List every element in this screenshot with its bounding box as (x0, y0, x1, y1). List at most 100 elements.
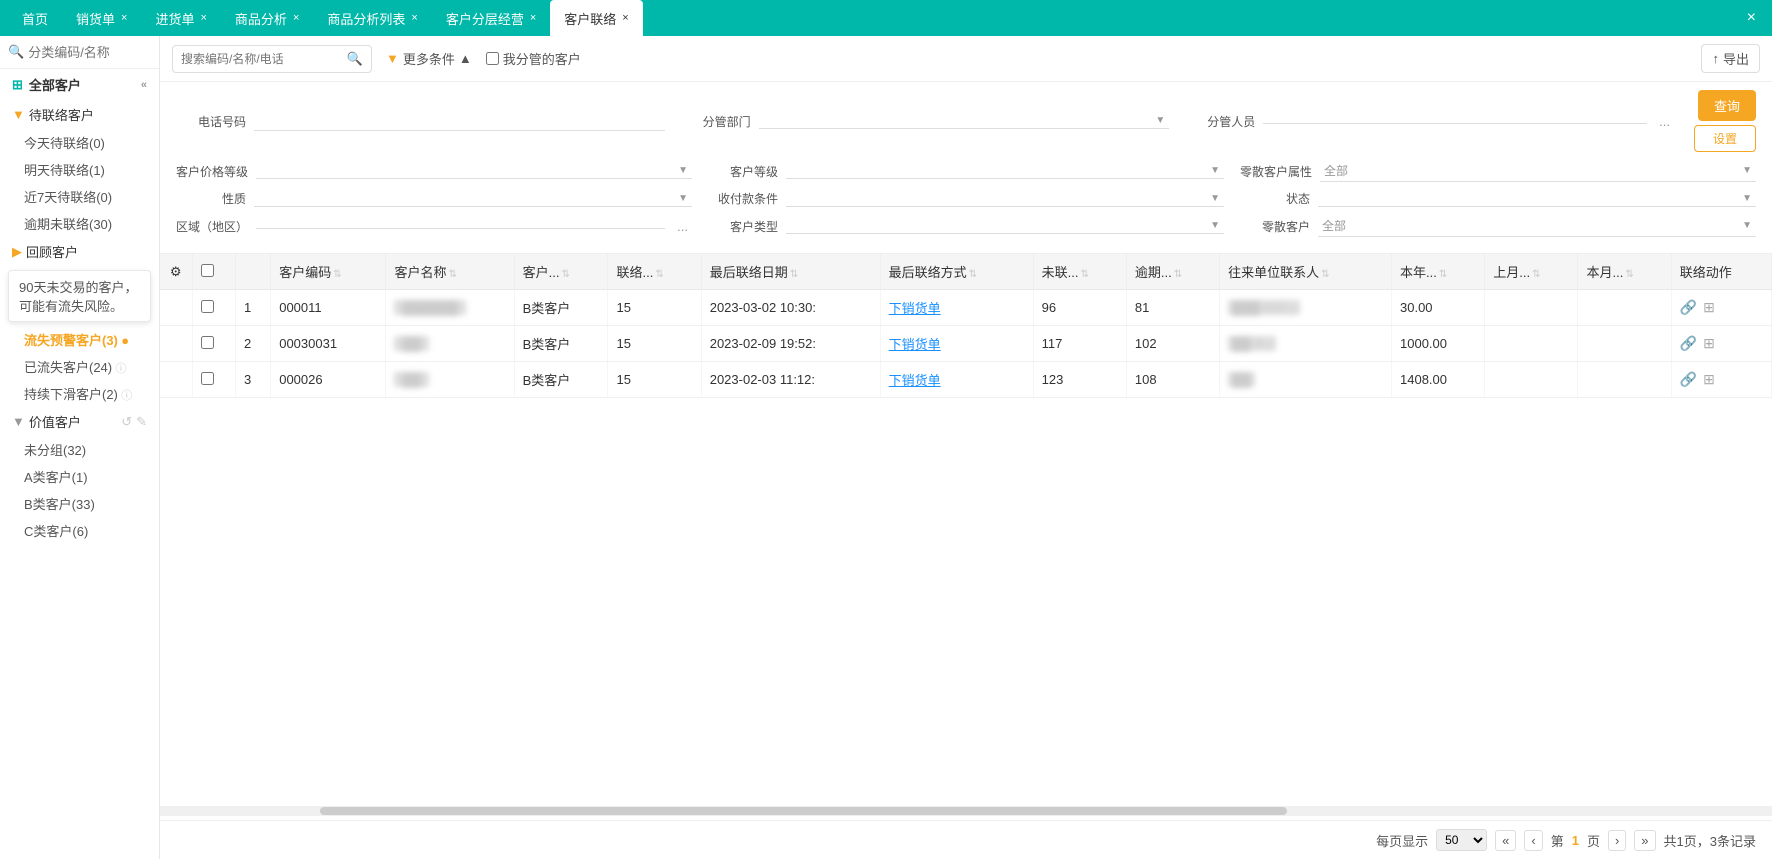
prev-page-button[interactable]: ‹ (1524, 830, 1542, 851)
close-all-tabs[interactable]: × (1739, 9, 1764, 27)
row-last-contact-method[interactable]: 下销货单 (880, 326, 1033, 362)
close-purchase-tab[interactable]: × (200, 12, 206, 24)
price-level-arrow: ▼ (678, 165, 688, 176)
col-code[interactable]: 客户编码⇅ (271, 254, 386, 290)
content-area: 🔍 ▼ 更多条件 ▲ 我分管的客户 ↑ 导出 电话号码 (160, 36, 1772, 859)
sidebar-item-7day-pending[interactable]: 近7天待联络(0) (0, 183, 159, 210)
row-last-contact-method[interactable]: 下销货单 (880, 362, 1033, 398)
sidebar-item-today-pending[interactable]: 今天待联络(0) (0, 129, 159, 156)
area-dots[interactable]: ... (673, 219, 692, 234)
col-settings[interactable]: ⚙ (160, 254, 192, 290)
sidebar-search-input[interactable] (28, 45, 160, 60)
tab-customer-contact[interactable]: 客户联络 × (550, 0, 642, 36)
col-no-contact[interactable]: 未联...⇅ (1033, 254, 1126, 290)
sidebar-item-overdue-pending[interactable]: 逾期未联络(30) (0, 210, 159, 237)
row-select-checkbox[interactable] (201, 300, 214, 313)
settings-button[interactable]: 设置 (1694, 125, 1756, 152)
nature-select[interactable]: ▼ (254, 191, 692, 207)
row-last-contact-method[interactable]: 下销货单 (880, 290, 1033, 326)
col-this-month[interactable]: 本月...⇅ (1578, 254, 1671, 290)
action-grid-icon[interactable]: ⊞ (1703, 335, 1715, 352)
zero-customer-select[interactable]: 全部 ▼ (1318, 215, 1756, 237)
tab-purchase[interactable]: 进货单 × (141, 0, 220, 36)
close-analysis-tab[interactable]: × (293, 12, 299, 24)
col-type[interactable]: 客户...⇅ (514, 254, 608, 290)
row-code: 000026 (271, 362, 386, 398)
customer-type-arrow: ▼ (1210, 220, 1220, 231)
close-sales-tab[interactable]: × (121, 12, 127, 24)
sort-nocontact-icon: ⇅ (1081, 269, 1089, 280)
sidebar-group-pending[interactable]: ▼ 待联络客户 (0, 100, 159, 129)
tab-home[interactable]: 首页 (8, 0, 62, 36)
close-customer-contact-tab[interactable]: × (622, 12, 628, 24)
action-grid-icon[interactable]: ⊞ (1703, 371, 1715, 388)
my-customers-checkbox-container[interactable]: 我分管的客户 (486, 49, 581, 68)
per-page-select[interactable]: 50 100 200 (1436, 829, 1487, 851)
zero-attr-select[interactable]: 全部 ▼ (1320, 160, 1756, 182)
tab-analysis-list[interactable]: 商品分析列表 × (313, 0, 431, 36)
close-analysis-list-tab[interactable]: × (411, 12, 417, 24)
row-select-checkbox[interactable] (201, 372, 214, 385)
edit-icon[interactable]: ✎ (136, 414, 147, 430)
sidebar-item-b-class[interactable]: B类客户(33) (0, 490, 159, 517)
sidebar-item-ungroup[interactable]: 未分组(32) (0, 436, 159, 463)
col-contact[interactable]: 联络...⇅ (608, 254, 701, 290)
export-button[interactable]: ↑ 导出 (1701, 44, 1760, 73)
phone-input[interactable] (254, 112, 665, 131)
col-contact-person[interactable]: 往来单位联系人⇅ (1220, 254, 1392, 290)
payment-select[interactable]: ▼ (786, 191, 1224, 207)
sidebar-item-tomorrow-pending[interactable]: 明天待联络(1) (0, 156, 159, 183)
col-overdue[interactable]: 逾期...⇅ (1126, 254, 1219, 290)
filter-payment: 收付款条件 ▼ (708, 190, 1224, 207)
price-level-select[interactable]: ▼ (256, 163, 692, 179)
last-page-button[interactable]: » (1634, 830, 1655, 851)
col-last-contact-method[interactable]: 最后联络方式⇅ (880, 254, 1033, 290)
first-page-button[interactable]: « (1495, 830, 1516, 851)
person-dots[interactable]: ... (1655, 114, 1674, 129)
col-last-month[interactable]: 上月...⇅ (1485, 254, 1578, 290)
action-link-icon[interactable]: 🔗 (1680, 371, 1697, 388)
action-link-icon[interactable]: 🔗 (1680, 335, 1697, 352)
data-table-container: ⚙ 客户编码⇅ 客户名称⇅ 客户...⇅ 联络...⇅ 最后联络日期⇅ 最后联络… (160, 254, 1772, 802)
select-all-checkbox[interactable] (201, 264, 214, 277)
sidebar-item-already-lost[interactable]: 已流失客户(24) ⓘ (0, 353, 159, 380)
query-button[interactable]: 查询 (1698, 90, 1756, 121)
sidebar-group-value[interactable]: ▼ 价值客户 ↺ ✎ (0, 407, 159, 436)
sort-contact-icon: ⇅ (655, 269, 663, 280)
tab-analysis[interactable]: 商品分析 × (221, 0, 313, 36)
close-customer-tier-tab[interactable]: × (530, 12, 536, 24)
customer-level-select[interactable]: ▼ (786, 163, 1224, 179)
row-select-checkbox[interactable] (201, 336, 214, 349)
refresh-icon[interactable]: ↺ (121, 414, 132, 430)
sidebar-item-c-class[interactable]: C类客户(6) (0, 517, 159, 544)
row-checkbox[interactable] (192, 326, 236, 362)
action-grid-icon[interactable]: ⊞ (1703, 299, 1715, 316)
sidebar-item-declining[interactable]: 持续下滑客户(2) ⓘ (0, 380, 159, 407)
sidebar-group-lost-title[interactable]: ▶ 回顾客户 (0, 237, 159, 266)
sidebar-item-a-class[interactable]: A类客户(1) (0, 463, 159, 490)
area-select[interactable] (256, 224, 665, 229)
col-this-year[interactable]: 本年...⇅ (1392, 254, 1485, 290)
col-checkbox[interactable] (192, 254, 236, 290)
col-last-contact-date[interactable]: 最后联络日期⇅ (701, 254, 880, 290)
row-contact: 15 (608, 290, 701, 326)
horizontal-scrollbar[interactable] (160, 806, 1772, 816)
person-select[interactable] (1263, 119, 1647, 124)
search-input[interactable] (181, 52, 347, 66)
row-checkbox[interactable] (192, 290, 236, 326)
customer-type-select[interactable]: ▼ (786, 218, 1224, 234)
tab-customer-tier[interactable]: 客户分层经营 × (432, 0, 550, 36)
tab-sales[interactable]: 销货单 × (62, 0, 141, 36)
sidebar-item-lost-warning[interactable]: 流失预警客户(3) ● (0, 326, 159, 353)
search-icon[interactable]: 🔍 (347, 51, 363, 67)
next-page-button[interactable]: › (1608, 830, 1626, 851)
status-select[interactable]: ▼ (1318, 191, 1756, 207)
more-filter-button[interactable]: ▼ 更多条件 ▲ (380, 49, 478, 68)
sidebar-all-customers[interactable]: ⊞ 全部客户 « (0, 69, 159, 100)
row-last-month (1485, 326, 1578, 362)
col-name[interactable]: 客户名称⇅ (386, 254, 514, 290)
action-link-icon[interactable]: 🔗 (1680, 299, 1697, 316)
my-customers-checkbox[interactable] (486, 52, 499, 65)
dept-select[interactable]: ▼ (759, 113, 1170, 129)
row-checkbox[interactable] (192, 362, 236, 398)
